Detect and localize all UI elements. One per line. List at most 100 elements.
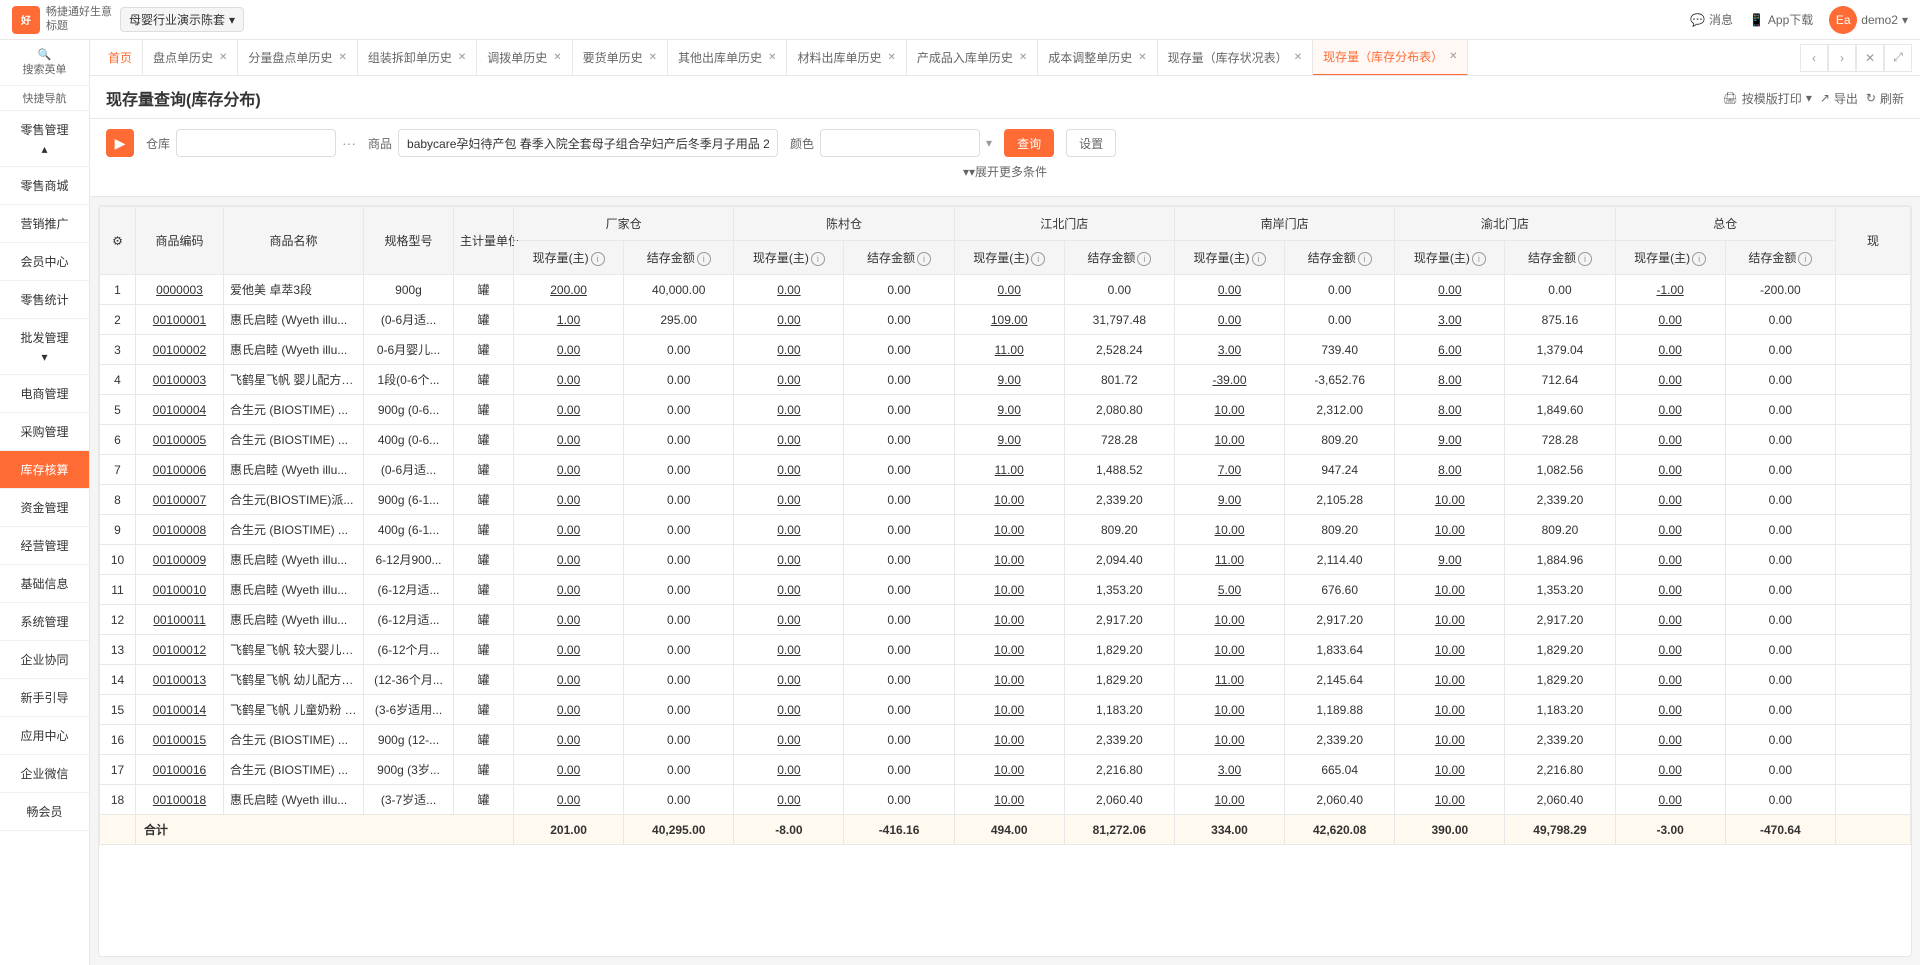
cell-c2-qty[interactable]: 0.00 [734,635,844,665]
cell-c4-qty[interactable]: 10.00 [1174,725,1284,755]
cell-code[interactable]: 00100016 [136,755,224,785]
cell-c2-qty[interactable]: 0.00 [734,545,844,575]
refresh-btn[interactable]: ↻ 刷新 [1866,90,1904,107]
cell-tot-qty[interactable]: 0.00 [1615,725,1725,755]
sidebar-item-purchase[interactable]: 采购管理 [0,413,89,451]
cell-c5-qty[interactable]: 10.00 [1395,785,1505,815]
cell-tot-qty[interactable]: 0.00 [1615,635,1725,665]
cell-c3-qty[interactable]: 10.00 [954,665,1064,695]
close-icon[interactable]: ✕ [1019,52,1027,63]
tab-inventory-distribution[interactable]: 现存量（库存分布表） ✕ [1313,40,1468,76]
info-icon[interactable]: i [697,252,711,266]
cell-c4-qty[interactable]: 3.00 [1174,755,1284,785]
cell-code[interactable]: 00100010 [136,575,224,605]
cell-c4-qty[interactable]: 10.00 [1174,425,1284,455]
cell-c5-qty[interactable]: 10.00 [1395,665,1505,695]
close-icon[interactable]: ✕ [458,52,466,63]
cell-c2-qty[interactable]: 0.00 [734,275,844,305]
cell-c2-qty[interactable]: 0.00 [734,395,844,425]
cell-c3-qty[interactable]: 9.00 [954,395,1064,425]
cell-c3-qty[interactable]: 10.00 [954,515,1064,545]
cell-tot-qty[interactable]: 0.00 [1615,545,1725,575]
cell-c1-qty[interactable]: 0.00 [514,785,624,815]
cell-c3-qty[interactable]: 10.00 [954,545,1064,575]
cell-tot-qty[interactable]: 0.00 [1615,365,1725,395]
tab-finished-inbound[interactable]: 产成品入库单历史 ✕ [907,40,1038,76]
cell-c1-qty[interactable]: 0.00 [514,365,624,395]
info-icon[interactable]: i [1472,252,1486,266]
cell-c3-qty[interactable]: 10.00 [954,605,1064,635]
tab-assembly[interactable]: 组装拆卸单历史 ✕ [358,40,477,76]
sidebar-item-operations[interactable]: 经营管理 [0,527,89,565]
cell-c1-qty[interactable]: 0.00 [514,695,624,725]
close-icon[interactable]: ✕ [1294,52,1302,63]
cell-c1-qty[interactable]: 0.00 [514,635,624,665]
warehouse-input[interactable] [176,129,336,157]
cell-c1-qty[interactable]: 0.00 [514,725,624,755]
sidebar-item-quicknav[interactable]: 快捷导航 [0,86,89,111]
cell-c5-qty[interactable]: 10.00 [1395,575,1505,605]
cell-tot-qty[interactable]: 0.00 [1615,425,1725,455]
cell-tot-qty[interactable]: 0.00 [1615,515,1725,545]
cell-tot-qty[interactable]: 0.00 [1615,695,1725,725]
tab-home[interactable]: 首页 [98,40,143,76]
cell-c3-qty[interactable]: 10.00 [954,695,1064,725]
cell-c4-qty[interactable]: 10.00 [1174,515,1284,545]
cell-c2-qty[interactable]: 0.00 [734,455,844,485]
tab-scroll-left[interactable]: ‹ [1800,44,1828,72]
cell-c5-qty[interactable]: 10.00 [1395,635,1505,665]
cell-c1-qty[interactable]: 0.00 [514,515,624,545]
cell-c2-qty[interactable]: 0.00 [734,365,844,395]
cell-c1-qty[interactable]: 200.00 [514,275,624,305]
cell-code[interactable]: 00100009 [136,545,224,575]
info-icon[interactable]: i [811,252,825,266]
cell-c1-qty[interactable]: 0.00 [514,335,624,365]
sidebar-item-basic-info[interactable]: 基础信息 [0,565,89,603]
sidebar-item-member[interactable]: 会员中心 [0,243,89,281]
message-btn[interactable]: 💬 消息 [1690,11,1733,28]
sidebar-item-apps[interactable]: 应用中心 [0,717,89,755]
sidebar-item-wholesale[interactable]: 批发管理 ▾ [0,319,89,375]
tab-stocktake-history[interactable]: 盘点单历史 ✕ [143,40,238,76]
industry-selector[interactable]: 母婴行业演示陈套 ▾ [120,7,244,32]
sidebar-item-retail-mall[interactable]: 零售商城 [0,167,89,205]
cell-c4-qty[interactable]: 0.00 [1174,305,1284,335]
cell-c3-qty[interactable]: 10.00 [954,755,1064,785]
cell-c4-qty[interactable]: 3.00 [1174,335,1284,365]
sidebar-item-wechat[interactable]: 企业微信 [0,755,89,793]
cell-c2-qty[interactable]: 0.00 [734,605,844,635]
cell-c3-qty[interactable]: 9.00 [954,425,1064,455]
cell-c3-qty[interactable]: 10.00 [954,635,1064,665]
cell-c4-qty[interactable]: 5.00 [1174,575,1284,605]
tab-inventory-status[interactable]: 现存量（库存状况表） ✕ [1158,40,1313,76]
export-btn[interactable]: ↗ 导出 [1820,90,1858,107]
tab-scroll-right[interactable]: › [1828,44,1856,72]
cell-code[interactable]: 00100014 [136,695,224,725]
cell-tot-qty[interactable]: 0.00 [1615,575,1725,605]
expand-more-btn[interactable]: ▾▾ 展开更多条件 [106,157,1904,186]
cell-c5-qty[interactable]: 10.00 [1395,755,1505,785]
cell-c1-qty[interactable]: 1.00 [514,305,624,335]
cell-c2-qty[interactable]: 0.00 [734,305,844,335]
cell-c5-qty[interactable]: 10.00 [1395,695,1505,725]
cell-c3-qty[interactable]: 10.00 [954,485,1064,515]
cell-code[interactable]: 00100002 [136,335,224,365]
cell-c2-qty[interactable]: 0.00 [734,725,844,755]
tab-cost-adjustment[interactable]: 成本调整单历史 ✕ [1038,40,1157,76]
cell-c3-qty[interactable]: 11.00 [954,455,1064,485]
sidebar-item-search[interactable]: 🔍 搜索英单 [0,40,89,86]
cell-c5-qty[interactable]: 10.00 [1395,725,1505,755]
cell-code[interactable]: 00100015 [136,725,224,755]
user-avatar-btn[interactable]: Ea demo2 ▾ [1829,6,1908,34]
cell-c4-qty[interactable]: 7.00 [1174,455,1284,485]
cell-c4-qty[interactable]: 10.00 [1174,605,1284,635]
cell-c1-qty[interactable]: 0.00 [514,665,624,695]
cell-tot-qty[interactable]: -1.00 [1615,275,1725,305]
sidebar-item-ecommerce[interactable]: 电商管理 [0,375,89,413]
close-icon[interactable]: ✕ [338,52,346,63]
cell-c1-qty[interactable]: 0.00 [514,605,624,635]
cell-c4-qty[interactable]: 10.00 [1174,395,1284,425]
tab-close-all[interactable]: ✕ [1856,44,1884,72]
cell-c4-qty[interactable]: 11.00 [1174,545,1284,575]
print-btn[interactable]: 🖨 按模版打印 ▾ [1723,90,1812,107]
